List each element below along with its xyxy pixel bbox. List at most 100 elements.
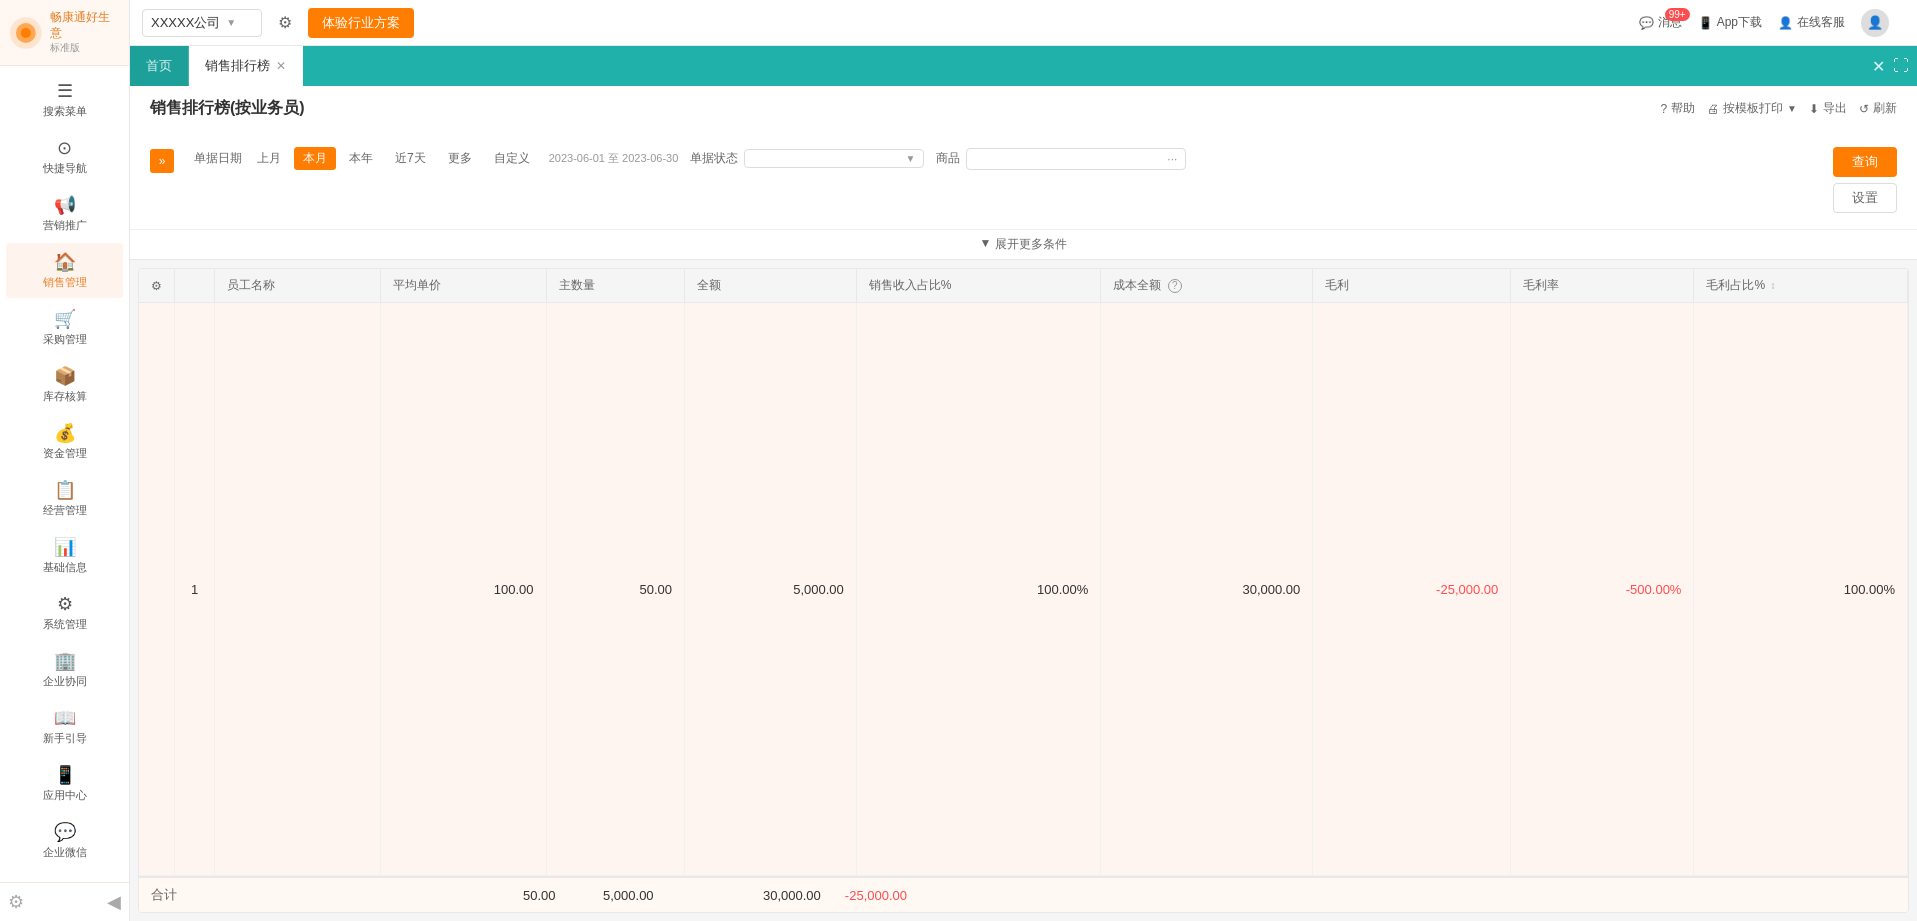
sidebar-item-search[interactable]: ☰ 搜索菜单 [6, 72, 123, 127]
col-avg-price: 平均单价 [380, 269, 546, 303]
operations-icon: 📋 [54, 479, 76, 501]
enterprise-icon: 🏢 [54, 650, 76, 672]
sidebar-item-basic[interactable]: 📊 基础信息 [6, 528, 123, 583]
sidebar-item-finance[interactable]: 💰 资金管理 [6, 414, 123, 469]
purchase-icon: 🛒 [54, 308, 76, 330]
query-actions: 查询 设置 [1833, 147, 1897, 213]
tab-close-icon[interactable]: ✕ [276, 59, 286, 73]
purchase-label: 采购管理 [43, 332, 87, 347]
message-action[interactable]: 💬 消息 99+ [1639, 14, 1682, 31]
cost-info-icon[interactable]: ? [1168, 279, 1182, 293]
col-settings[interactable]: ⚙ [139, 269, 175, 303]
tab-sales-rank-label: 销售排行榜 [205, 57, 270, 75]
collapse-icon[interactable]: ◀ [107, 891, 121, 913]
date-tab-last-month[interactable]: 上月 [248, 147, 290, 170]
experience-button[interactable]: 体验行业方案 [308, 8, 414, 38]
page-actions: ? 帮助 🖨 按模板打印 ▼ ⬇ 导出 ↺ 刷新 [1660, 100, 1897, 117]
expand-more-button[interactable]: ▼ 展开更多条件 [130, 229, 1917, 259]
tab-home[interactable]: 首页 [130, 46, 189, 86]
status-chevron: ▼ [905, 153, 915, 164]
quick-nav-icon: ⊙ [57, 137, 72, 159]
header-gear-button[interactable]: ⚙ [270, 8, 300, 38]
app-download-label: App下载 [1717, 14, 1762, 31]
avatar-icon: 👤 [1867, 15, 1883, 30]
newguide-label: 新手引导 [43, 731, 87, 746]
date-tab-current-month[interactable]: 本月 [294, 147, 336, 170]
filter-wrapper: 销售排行榜(按业务员) ? 帮助 🖨 按模板打印 ▼ ⬇ 导出 [130, 86, 1917, 260]
settings-icon[interactable]: ⚙ [8, 891, 24, 913]
date-tab-custom[interactable]: 自定义 [485, 147, 539, 170]
refresh-label: 刷新 [1873, 100, 1897, 117]
sidebar-item-system[interactable]: ⚙ 系统管理 [6, 585, 123, 640]
status-select[interactable]: ▼ [744, 149, 924, 168]
logo-area: 畅康通好生意 标准版 [0, 0, 129, 66]
print-label: 按模板打印 [1723, 100, 1783, 117]
sidebar-item-newguide[interactable]: 📖 新手引导 [6, 699, 123, 754]
row-cost: 30,000.00 [1101, 303, 1313, 876]
filter-main-row: » 单据日期 上月 本月 本年 近7天 更多 自定义 [130, 137, 1917, 223]
tab-restore-btn[interactable]: ⛶ [1893, 57, 1909, 75]
more-dots-icon[interactable]: ··· [1167, 152, 1177, 166]
col-gross-rate: 毛利率 [1511, 269, 1694, 303]
date-range: 2023-06-01 至 2023-06-30 [549, 151, 679, 166]
print-icon: 🖨 [1707, 102, 1719, 116]
sidebar-nav: ☰ 搜索菜单 ⊙ 快捷导航 📢 营销推广 🏠 销售管理 🛒 采购管理 📦 库存核… [0, 66, 129, 882]
finance-label: 资金管理 [43, 446, 87, 461]
page-content: 销售排行榜(按业务员) ? 帮助 🖨 按模板打印 ▼ ⬇ 导出 [130, 86, 1917, 921]
appcenter-label: 应用中心 [43, 788, 87, 803]
app-download-action[interactable]: 📱 App下载 [1698, 14, 1762, 31]
sidebar-item-enterprise[interactable]: 🏢 企业协同 [6, 642, 123, 697]
date-tab-current-year[interactable]: 本年 [340, 147, 382, 170]
page-title: 销售排行榜(按业务员) [150, 98, 305, 119]
sidebar-item-quick-nav[interactable]: ⊙ 快捷导航 [6, 129, 123, 184]
tab-sales-rank[interactable]: 销售排行榜 ✕ [189, 46, 303, 86]
sidebar: 畅康通好生意 标准版 ☰ 搜索菜单 ⊙ 快捷导航 📢 营销推广 🏠 销售管理 🛒… [0, 0, 130, 921]
sidebar-item-wechat[interactable]: 💬 企业微信 [6, 813, 123, 868]
export-action[interactable]: ⬇ 导出 [1809, 100, 1847, 117]
collapse-button[interactable]: » [150, 149, 174, 173]
col-index [175, 269, 215, 303]
online-service-action[interactable]: 👤 在线客服 [1778, 14, 1845, 31]
inventory-label: 库存核算 [43, 389, 87, 404]
table-body: 1 100.00 50.00 5,000.00 100.00% 30,000.0… [139, 303, 1908, 876]
tab-home-label: 首页 [146, 57, 172, 75]
gross-pct-sort-icon[interactable]: ↕ [1770, 280, 1775, 291]
marketing-icon: 📢 [54, 194, 76, 216]
help-action[interactable]: ? 帮助 [1660, 100, 1695, 117]
sidebar-item-purchase[interactable]: 🛒 采购管理 [6, 300, 123, 355]
row-gross-rate: -500.00% [1511, 303, 1694, 876]
sidebar-item-member[interactable]: ◇ 畅会员 [6, 870, 123, 882]
sales-icon: 🏠 [54, 251, 76, 273]
print-action[interactable]: 🖨 按模板打印 ▼ [1707, 100, 1797, 117]
date-tab-last-7[interactable]: 近7天 [386, 147, 435, 170]
settings-button[interactable]: 设置 [1833, 183, 1897, 213]
search-icon: ☰ [57, 80, 73, 102]
sales-label: 销售管理 [43, 275, 87, 290]
sidebar-item-inventory[interactable]: 📦 库存核算 [6, 357, 123, 412]
tab-bar: 首页 销售排行榜 ✕ ✕ ⛶ [130, 46, 1917, 86]
row-qty: 50.00 [546, 303, 685, 876]
row-index: 1 [175, 303, 215, 876]
app-version: 标准版 [50, 41, 121, 55]
query-button[interactable]: 查询 [1833, 147, 1897, 177]
sidebar-item-appcenter[interactable]: 📱 应用中心 [6, 756, 123, 811]
sidebar-item-marketing[interactable]: 📢 营销推广 [6, 186, 123, 241]
product-label: 商品 [936, 150, 960, 167]
avatar[interactable]: 👤 [1861, 9, 1889, 37]
footer-cost: 30,000.00 [751, 888, 833, 903]
refresh-icon: ↺ [1859, 102, 1869, 116]
refresh-action[interactable]: ↺ 刷新 [1859, 100, 1897, 117]
footer-qty-val: 50.00 [511, 888, 591, 903]
collapse-icon: » [159, 154, 166, 168]
product-input[interactable]: ··· [966, 148, 1186, 170]
tab-close-btn[interactable]: ✕ [1872, 57, 1885, 76]
sidebar-item-sales[interactable]: 🏠 销售管理 [6, 243, 123, 298]
filter-fields: 单据日期 上月 本月 本年 近7天 更多 自定义 2023-06-01 至 20… [194, 147, 1813, 170]
row-gross-pct: 100.00% [1694, 303, 1908, 876]
export-label: 导出 [1823, 100, 1847, 117]
row-amount: 5,000.00 [685, 303, 857, 876]
top-header: XXXXX公司 ▼ ⚙ 体验行业方案 💬 消息 99+ 📱 App下载 👤 在线… [130, 0, 1917, 46]
date-tab-more[interactable]: 更多 [439, 147, 481, 170]
company-selector[interactable]: XXXXX公司 ▼ [142, 9, 262, 37]
sidebar-item-operations[interactable]: 📋 经营管理 [6, 471, 123, 526]
